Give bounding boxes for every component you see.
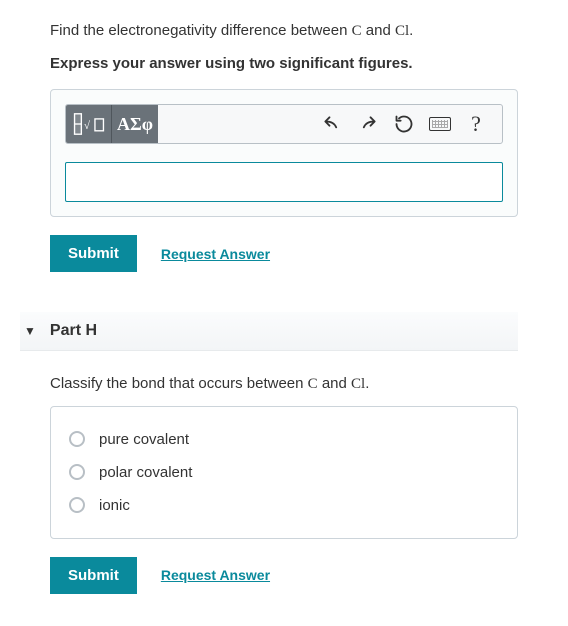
qh-el1: C [308,376,318,392]
q-el1: C [352,23,362,39]
help-label: ? [471,111,481,137]
qh-post: . [365,375,369,392]
q-pre: Find the electronegativity difference be… [50,22,352,39]
redo-icon[interactable] [350,105,386,143]
action-row-g: Submit Request Answer [50,235,518,272]
part-label: Part H [50,322,97,340]
radio-icon [69,464,85,480]
keyboard-icon[interactable] [422,105,458,143]
radio-option[interactable]: ionic [69,489,499,522]
equation-toolbar: √ ΑΣφ ? [65,104,503,144]
qh-el2: Cl [351,376,365,392]
q-el2: Cl [395,23,409,39]
submit-button[interactable]: Submit [50,557,137,594]
answer-input[interactable] [65,162,503,202]
greek-symbols-button[interactable]: ΑΣφ [112,105,158,143]
chevron-down-icon: ▼ [24,324,36,338]
request-answer-link[interactable]: Request Answer [161,246,270,262]
answer-panel: √ ΑΣφ ? [50,89,518,217]
part-header[interactable]: ▼ Part H [20,312,518,351]
radio-option[interactable]: pure covalent [69,423,499,456]
question-text: Find the electronegativity difference be… [50,20,518,43]
qh-pre: Classify the bond that occurs between [50,375,308,392]
instruction-text: Express your answer using two significan… [50,53,518,76]
radio-panel: pure covalent polar covalent ionic [50,406,518,539]
svg-text:√: √ [83,120,90,132]
radio-label: pure covalent [99,431,189,448]
help-icon[interactable]: ? [458,105,494,143]
toolbar-template-group: √ ΑΣφ [66,105,158,143]
submit-button[interactable]: Submit [50,235,137,272]
request-answer-link[interactable]: Request Answer [161,567,270,583]
fraction-template-button[interactable]: √ [66,105,112,143]
radio-icon [69,431,85,447]
undo-icon[interactable] [314,105,350,143]
qh-mid: and [318,375,351,392]
q-mid: and [362,22,395,39]
radio-label: polar covalent [99,464,192,481]
greek-label: ΑΣφ [117,114,153,135]
radio-label: ionic [99,497,130,514]
action-row-h: Submit Request Answer [50,557,518,594]
q-post: . [409,22,413,39]
radio-icon [69,497,85,513]
reset-icon[interactable] [386,105,422,143]
question-text-h: Classify the bond that occurs between C … [50,373,518,396]
radio-option[interactable]: polar covalent [69,456,499,489]
